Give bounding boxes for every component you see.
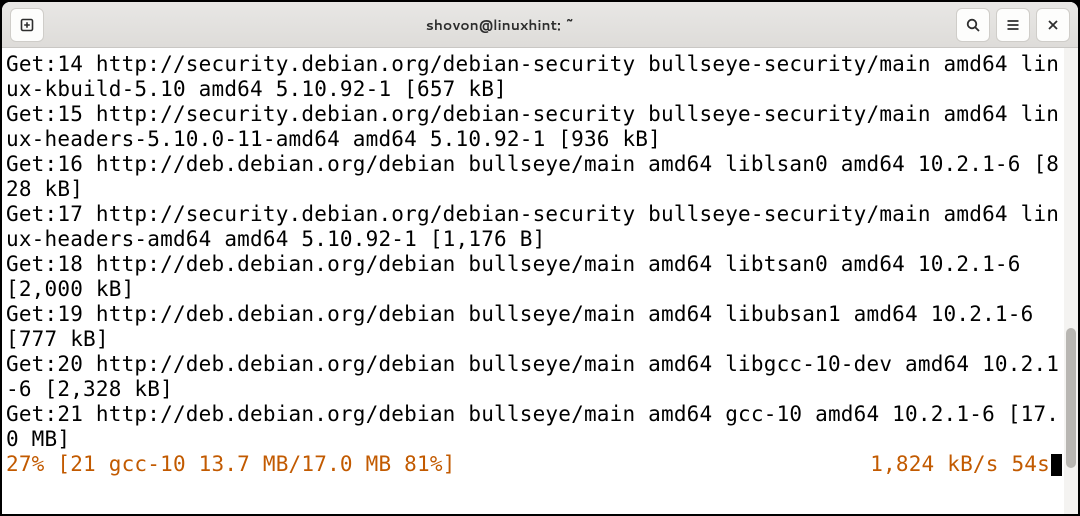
close-icon	[1045, 17, 1061, 33]
terminal-line: Get:21 http://deb.debian.org/debian bull…	[6, 402, 1059, 451]
terminal-line: Get:17 http://security.debian.org/debian…	[6, 202, 1059, 251]
progress-right-text: 1,824 kB/s 54s	[870, 452, 1050, 476]
terminal-area: Get:14 http://security.debian.org/debian…	[2, 48, 1078, 514]
close-button[interactable]	[1036, 8, 1070, 42]
terminal-line: Get:15 http://security.debian.org/debian…	[6, 102, 1059, 151]
terminal-line: Get:14 http://security.debian.org/debian…	[6, 52, 1059, 101]
new-tab-icon	[19, 17, 35, 33]
new-tab-button[interactable]	[10, 8, 44, 42]
menu-button[interactable]	[996, 8, 1030, 42]
window-title: shovon@linuxhint: ~	[50, 15, 950, 35]
terminal-window: shovon@linuxhint: ~	[2, 2, 1078, 514]
terminal-line: Get:18 http://deb.debian.org/debian bull…	[6, 252, 1033, 301]
search-button[interactable]	[956, 8, 990, 42]
progress-right: 1,824 kB/s 54s	[870, 452, 1062, 477]
search-icon	[965, 17, 981, 33]
progress-left: 27% [21 gcc-10 13.7 MB/17.0 MB 81%]	[6, 452, 456, 477]
terminal-line: Get:16 http://deb.debian.org/debian bull…	[6, 152, 1059, 201]
terminal-line: Get:19 http://deb.debian.org/debian bull…	[6, 302, 1046, 351]
terminal-cursor	[1051, 454, 1062, 476]
titlebar: shovon@linuxhint: ~	[2, 2, 1078, 48]
terminal-line: Get:20 http://deb.debian.org/debian bull…	[6, 352, 1059, 401]
scrollbar-thumb[interactable]	[1066, 328, 1076, 468]
progress-row: 27% [21 gcc-10 13.7 MB/17.0 MB 81%] 1,824…	[6, 452, 1062, 477]
titlebar-right	[956, 8, 1070, 42]
scrollbar[interactable]	[1064, 48, 1078, 514]
terminal-output[interactable]: Get:14 http://security.debian.org/debian…	[2, 48, 1064, 514]
menu-icon	[1005, 17, 1021, 33]
